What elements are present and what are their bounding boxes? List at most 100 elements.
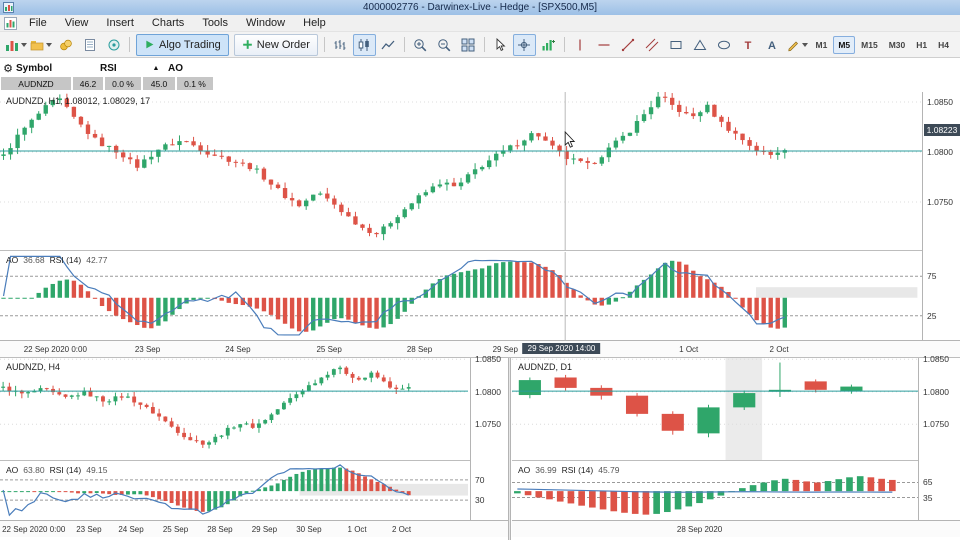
new-order-button[interactable]: New Order: [233, 33, 318, 56]
candle-body: [313, 383, 318, 386]
profiles-button[interactable]: [29, 34, 53, 56]
ellipse-tool[interactable]: [713, 34, 736, 56]
watch-symbol-row[interactable]: AUDNZD 46.2 0.0 % 45.0 0.1 %: [0, 77, 216, 90]
timeframe-m15[interactable]: M15: [856, 36, 883, 54]
market-watch-button[interactable]: [54, 34, 77, 56]
d1-price-axis[interactable]: 1.0850 1.0800 1.0750 65 35: [918, 354, 960, 520]
main-price-axis[interactable]: 1.0850 1.0800 1.0750 1.08223 75 25: [922, 92, 960, 340]
timeframe-m1[interactable]: M1: [811, 36, 833, 54]
menu-window[interactable]: Window: [237, 17, 294, 29]
ao-bar: [402, 297, 407, 312]
ao-bar: [263, 487, 268, 492]
price-tick-label: 1.0850: [475, 354, 501, 365]
shapes-dropdown-button[interactable]: [785, 34, 809, 56]
ao-bar: [177, 297, 182, 310]
menu-view[interactable]: View: [56, 17, 98, 29]
bar-chart-icon: [334, 39, 346, 50]
time-tick-label: 24 Sep: [225, 345, 251, 354]
timeframe-h4[interactable]: H4: [933, 36, 954, 54]
label-tool[interactable]: A: [761, 34, 784, 56]
zoom-out-button[interactable]: [433, 34, 456, 56]
channel-tool[interactable]: [641, 34, 664, 56]
main-chart-plot[interactable]: [0, 92, 922, 250]
watch-col-ao[interactable]: AO: [168, 63, 198, 74]
menu-tools[interactable]: Tools: [193, 17, 237, 29]
ao-bar: [754, 297, 759, 321]
pane-separator[interactable]: [0, 460, 509, 461]
candle-body: [144, 404, 149, 408]
candle-body: [590, 387, 613, 396]
new-chart-button[interactable]: [4, 34, 28, 56]
rectangle-tool[interactable]: [665, 34, 688, 56]
d1-chart-plot[interactable]: [512, 358, 918, 460]
triangle-tool[interactable]: [689, 34, 712, 56]
trendline-tool[interactable]: [617, 34, 640, 56]
ao-bar: [313, 469, 318, 492]
vertical-line-tool[interactable]: [569, 34, 592, 56]
navigator-button[interactable]: [102, 34, 125, 56]
ao-bar: [546, 491, 553, 500]
ao-bar: [85, 291, 91, 298]
menu-file[interactable]: File: [20, 17, 56, 29]
crosshair-tool-button[interactable]: [512, 33, 536, 56]
candle-body: [163, 416, 168, 422]
d1-chart-header: AUDNZD, D1: [518, 362, 573, 372]
candle-body: [402, 209, 407, 218]
tile-windows-button[interactable]: [457, 34, 480, 56]
d1-time-axis[interactable]: 28 Sep 2020: [512, 520, 960, 537]
ao-bar: [150, 491, 155, 498]
h4-price-axis[interactable]: 1.0850 1.0800 1.0750 70 30: [470, 354, 510, 520]
candlestick-mode-button[interactable]: [352, 33, 376, 56]
pane-separator[interactable]: [512, 460, 960, 461]
h4-time-axis[interactable]: 22 Sep 2020 0:00 23 Sep 24 Sep 25 Sep 28 Sep…: [0, 520, 509, 537]
menu-help[interactable]: Help: [294, 17, 335, 29]
main-indicator-pane[interactable]: [0, 252, 922, 340]
panel-divider[interactable]: [508, 358, 511, 540]
ao-bar: [113, 297, 119, 316]
ao-bar: [346, 297, 351, 320]
candle-body: [375, 372, 380, 378]
ao-bar: [698, 276, 703, 298]
candle-body: [107, 401, 112, 403]
ao-bar: [458, 272, 464, 298]
candle-body: [219, 155, 224, 157]
ao-bar: [739, 488, 746, 492]
ao-bar: [32, 491, 37, 493]
candle-body: [529, 133, 534, 141]
zoom-in-button[interactable]: [409, 34, 432, 56]
timeframe-h1[interactable]: H1: [911, 36, 932, 54]
ao-label: AO: [6, 255, 19, 265]
horizontal-line-tool[interactable]: [593, 34, 616, 56]
watch-symbol-cell[interactable]: AUDNZD: [1, 77, 71, 90]
ao-bar: [444, 275, 450, 298]
toolbar-separator: [129, 37, 130, 52]
watch-header-row: ⚙ Symbol RSI ▲ AO: [0, 60, 216, 77]
indicators-button[interactable]: [537, 34, 560, 56]
watch-col-rsi[interactable]: RSI: [100, 63, 144, 74]
sort-ascending-icon[interactable]: ▲: [144, 65, 168, 72]
time-tick-label: 29 Sep: [492, 345, 518, 354]
text-tool[interactable]: T: [737, 34, 760, 56]
data-window-button[interactable]: [78, 34, 101, 56]
ao-bar: [138, 491, 143, 495]
candle-body: [106, 145, 112, 147]
candle-body: [669, 97, 675, 105]
h4-chart-plot[interactable]: [0, 358, 468, 460]
menu-insert[interactable]: Insert: [97, 17, 143, 29]
watch-col-symbol[interactable]: Symbol: [16, 63, 100, 74]
algo-trading-button[interactable]: Algo Trading: [136, 33, 229, 56]
timeframe-m5[interactable]: M5: [833, 35, 856, 54]
cursor-tool-button[interactable]: [489, 34, 512, 56]
ao-bar: [733, 297, 738, 299]
menu-charts[interactable]: Charts: [143, 17, 193, 29]
timeframe-m30[interactable]: M30: [884, 36, 911, 54]
ao-value: 36.68: [23, 255, 45, 265]
ao-value: 36.99: [535, 465, 557, 475]
ao-bar: [889, 479, 896, 492]
line-chart-mode-button[interactable]: [377, 34, 400, 56]
bar-chart-mode-button[interactable]: [329, 34, 352, 56]
price-tick-label: 1.0750: [927, 197, 953, 207]
settings-gear-icon[interactable]: ⚙: [0, 62, 16, 75]
pane-separator[interactable]: [0, 250, 960, 251]
ao-bar: [550, 270, 555, 298]
